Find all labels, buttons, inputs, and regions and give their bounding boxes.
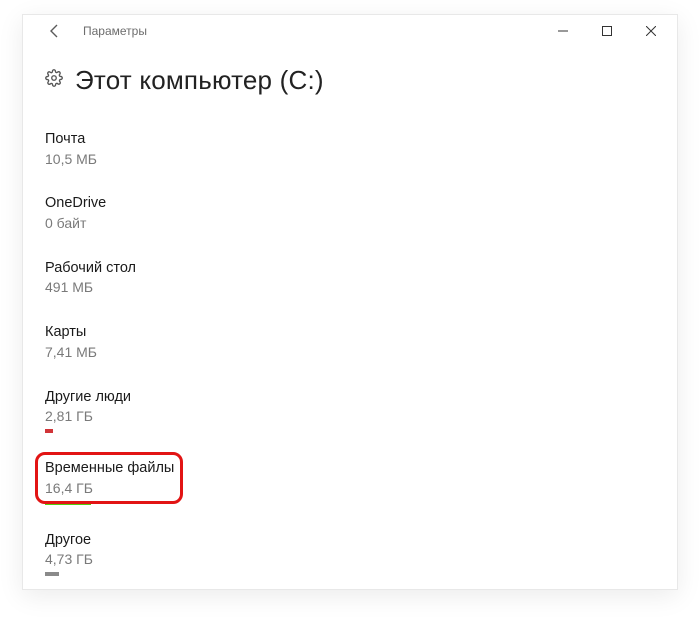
close-icon	[646, 26, 656, 36]
category-size: 2,81 ГБ	[45, 407, 225, 426]
content-area: Этот компьютер (C:) Почта10,5 МБ OneDrive…	[23, 47, 677, 576]
storage-categories-list: Почта10,5 МБ OneDrive0 байт Рабочий стол49…	[45, 130, 677, 576]
category-size: 16,4 ГБ	[45, 479, 225, 498]
category-name: OneDrive	[45, 194, 225, 214]
category-size: 0 байт	[45, 214, 225, 233]
settings-window: Параметры Этот компьютер (C:) Почта10,5	[22, 14, 678, 590]
category-name: Почта	[45, 130, 225, 150]
minimize-button[interactable]	[541, 15, 585, 47]
usage-bar	[45, 429, 53, 433]
close-button[interactable]	[629, 15, 673, 47]
window-controls	[541, 15, 673, 47]
titlebar: Параметры	[23, 15, 677, 47]
page-title: Этот компьютер (C:)	[75, 65, 324, 96]
category-size: 491 МБ	[45, 278, 225, 297]
category-name: Другие люди	[45, 388, 225, 408]
maximize-button[interactable]	[585, 15, 629, 47]
storage-category[interactable]: Другое4,73 ГБ	[45, 531, 225, 576]
minimize-icon	[558, 26, 568, 36]
gear-icon	[45, 69, 63, 92]
storage-category[interactable]: Другие люди2,81 ГБ	[45, 388, 225, 433]
window-title: Параметры	[83, 24, 147, 38]
category-name: Временные файлы	[45, 459, 225, 479]
storage-category[interactable]: OneDrive0 байт	[45, 194, 225, 232]
category-size: 7,41 МБ	[45, 343, 225, 362]
storage-category[interactable]: Временные файлы16,4 ГБ	[45, 459, 225, 504]
storage-category[interactable]: Карты7,41 МБ	[45, 323, 225, 361]
maximize-icon	[602, 26, 612, 36]
usage-bar	[45, 572, 59, 576]
category-name: Рабочий стол	[45, 259, 225, 279]
page-heading: Этот компьютер (C:)	[45, 65, 677, 96]
back-button[interactable]	[39, 15, 71, 47]
category-name: Другое	[45, 531, 225, 551]
usage-bar	[45, 501, 91, 505]
arrow-left-icon	[47, 23, 63, 39]
category-size: 10,5 МБ	[45, 150, 225, 169]
storage-category[interactable]: Почта10,5 МБ	[45, 130, 225, 168]
storage-category[interactable]: Рабочий стол491 МБ	[45, 259, 225, 297]
category-name: Карты	[45, 323, 225, 343]
category-size: 4,73 ГБ	[45, 550, 225, 569]
